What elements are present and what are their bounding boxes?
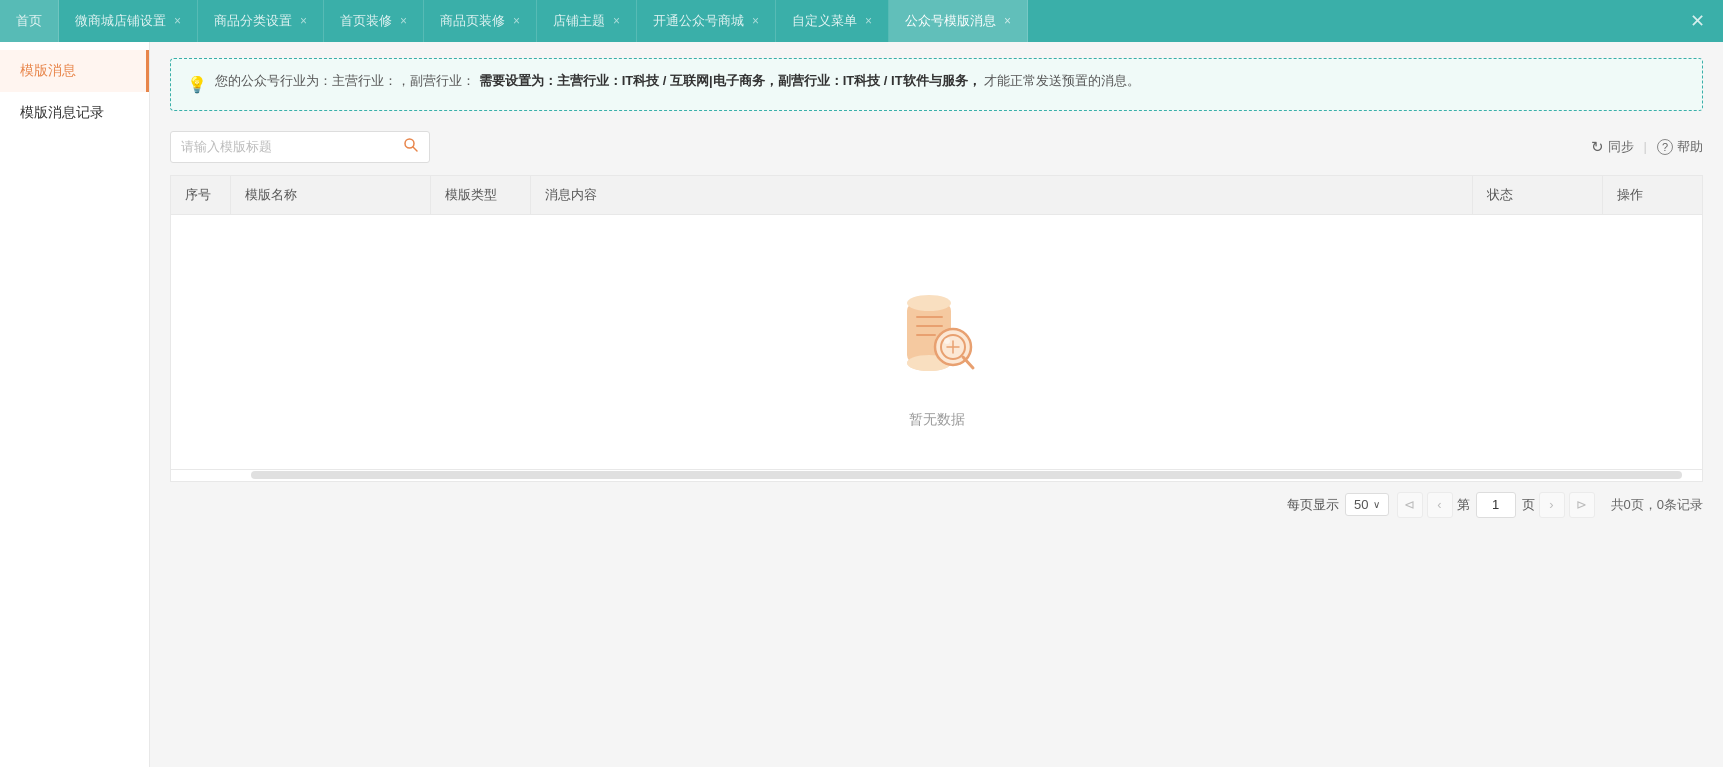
svg-point-12 [944,338,950,344]
tab-home[interactable]: 首页 [0,0,59,42]
empty-state: 暂无数据 [171,215,1702,469]
page-last-button[interactable]: ⊳ [1569,492,1595,518]
toolbar-right: ↻ 同步 | ? 帮助 [1591,138,1703,156]
tab-home-decor-close[interactable]: × [400,14,407,28]
chevron-down-icon: ∨ [1373,499,1380,510]
tab-wshop[interactable]: 微商城店铺设置 × [59,0,198,42]
col-status: 状态 [1473,175,1603,214]
page-input-wrap: 第 页 [1457,492,1535,518]
notice-text: 您的公众号行业为：主营行业：，副营行业： 需要设置为：主营行业：IT科技 / 互… [215,71,1140,92]
content-area: 💡 您的公众号行业为：主营行业：，副营行业： 需要设置为：主营行业：IT科技 /… [150,42,1723,767]
tab-template-msg[interactable]: 公众号模版消息 × [889,0,1028,42]
pagination-bar: 每页显示 50 ∨ ⊲ ‹ 第 页 › ⊳ 共0页，0条记录 [170,482,1703,528]
search-input[interactable] [181,139,399,154]
sidebar-item-template-msg[interactable]: 模版消息 [0,50,149,92]
sync-button[interactable]: ↻ 同步 [1591,138,1634,156]
sidebar: 模版消息 模版消息记录 [0,42,150,767]
search-button[interactable] [403,137,419,157]
tab-product-decor[interactable]: 商品页装修 × [424,0,537,42]
tab-home-decor[interactable]: 首页装修 × [324,0,424,42]
tab-category-close[interactable]: × [300,14,307,28]
tab-bar-close-all[interactable]: ✕ [1682,6,1713,36]
scrollbar-track [251,471,1682,479]
tab-open-mall[interactable]: 开通公众号商城 × [637,0,776,42]
sync-icon: ↻ [1591,138,1604,156]
page-prev-button[interactable]: ‹ [1427,492,1453,518]
tab-wshop-close[interactable]: × [174,14,181,28]
empty-text: 暂无数据 [909,411,965,429]
data-table: 序号 模版名称 模版类型 消息内容 状态 操作 [170,175,1703,470]
tab-custom-menu-close[interactable]: × [865,14,872,28]
tab-template-msg-close[interactable]: × [1004,14,1011,28]
col-type: 模版类型 [431,175,531,214]
table-header: 序号 模版名称 模版类型 消息内容 状态 操作 [171,175,1703,214]
tab-theme-close[interactable]: × [613,14,620,28]
col-action: 操作 [1603,175,1703,214]
total-info: 共0页，0条记录 [1611,496,1703,514]
page-first-button[interactable]: ⊲ [1397,492,1423,518]
help-icon: ? [1657,139,1673,155]
page-number-input[interactable] [1476,492,1516,518]
page-size-select: 每页显示 50 ∨ [1287,493,1388,516]
help-button[interactable]: ? 帮助 [1657,138,1703,156]
tab-custom-menu[interactable]: 自定义菜单 × [776,0,889,42]
page-size-dropdown[interactable]: 50 ∨ [1345,493,1388,516]
search-input-wrap [170,131,430,163]
empty-row: 暂无数据 [171,214,1703,469]
svg-line-1 [413,147,417,151]
tab-bar: 首页 微商城店铺设置 × 商品分类设置 × 首页装修 × 商品页装修 × 店铺主… [0,0,1723,42]
svg-point-4 [907,295,951,311]
page-nav: ⊲ ‹ 第 页 › ⊳ [1397,492,1595,518]
col-content: 消息内容 [531,175,1473,214]
tab-open-mall-close[interactable]: × [752,14,759,28]
col-name: 模版名称 [231,175,431,214]
notice-box: 💡 您的公众号行业为：主营行业：，副营行业： 需要设置为：主营行业：IT科技 /… [170,58,1703,111]
table-body: 暂无数据 [171,214,1703,469]
scrollbar-area[interactable] [170,470,1703,482]
empty-illustration [877,275,997,395]
page-next-button[interactable]: › [1539,492,1565,518]
tab-category[interactable]: 商品分类设置 × [198,0,324,42]
tab-product-decor-close[interactable]: × [513,14,520,28]
search-bar: ↻ 同步 | ? 帮助 [170,131,1703,163]
toolbar-divider: | [1644,139,1647,154]
tab-theme[interactable]: 店铺主题 × [537,0,637,42]
sidebar-item-template-msg-record[interactable]: 模版消息记录 [0,92,149,134]
notice-icon: 💡 [187,72,207,98]
main-layout: 模版消息 模版消息记录 💡 您的公众号行业为：主营行业：，副营行业： 需要设置为… [0,42,1723,767]
col-seq: 序号 [171,175,231,214]
